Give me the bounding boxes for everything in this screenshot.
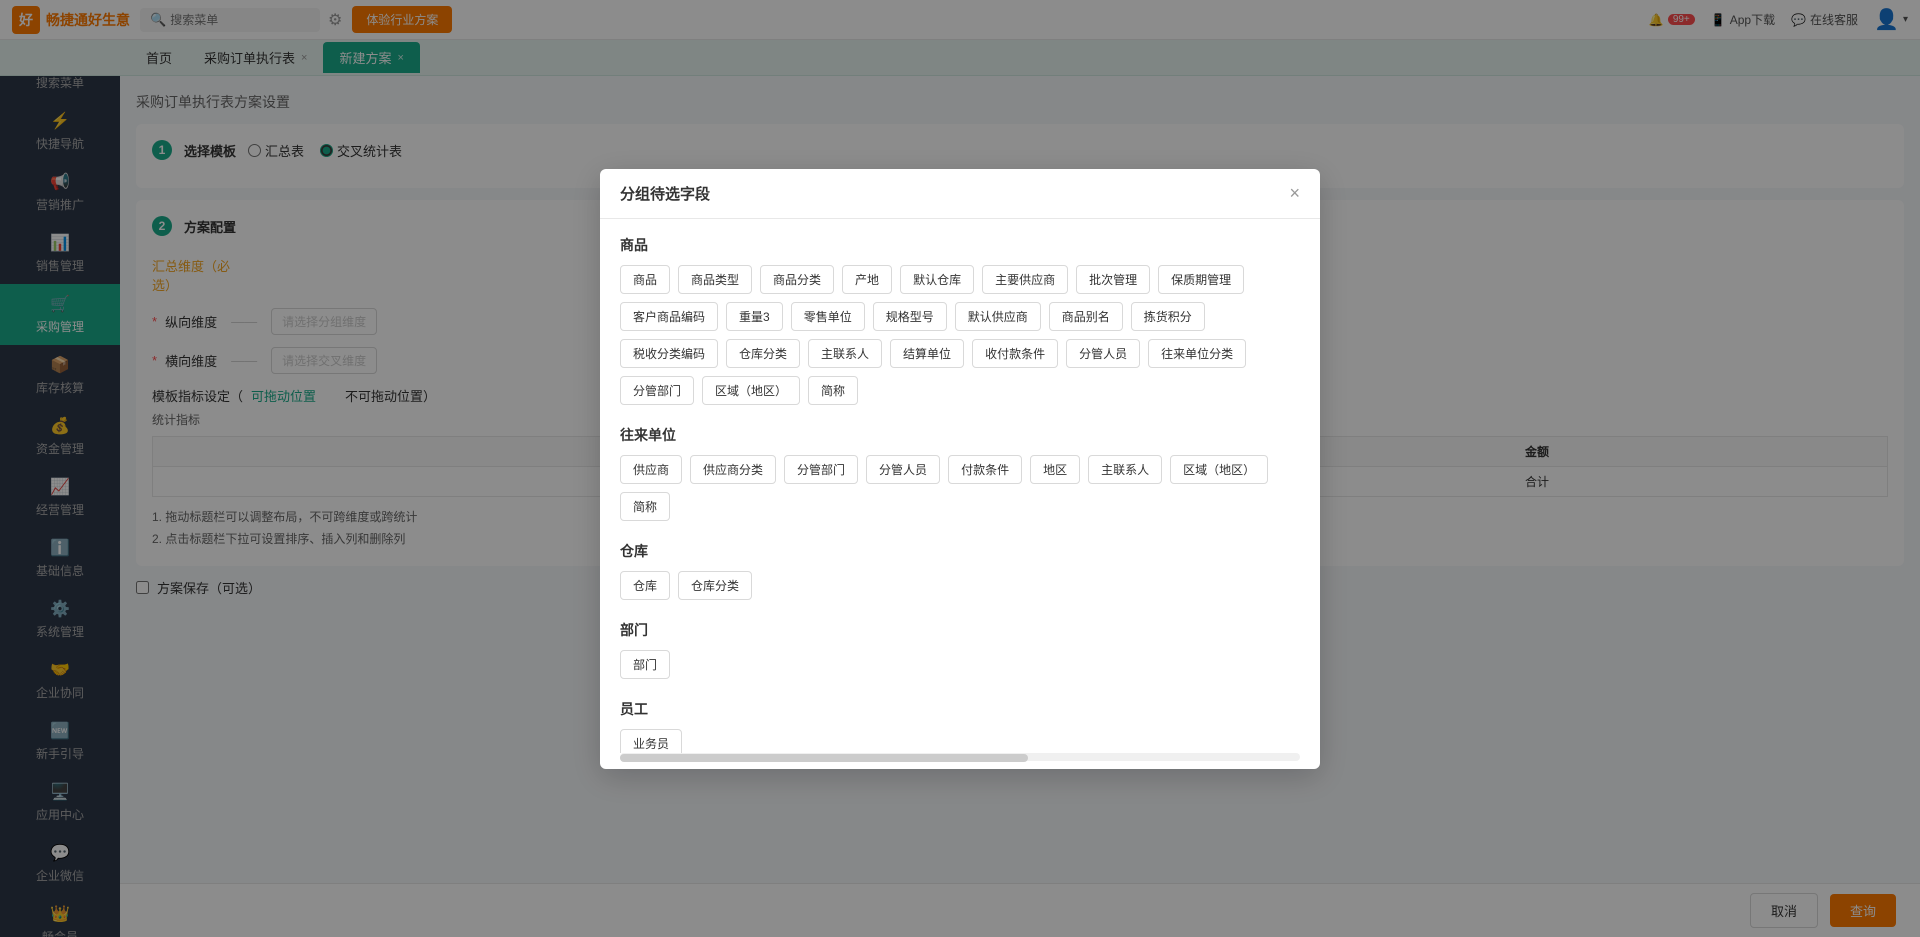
chip-goods-14[interactable]: 拣货积分 — [1131, 302, 1205, 331]
chip-goods-8[interactable]: 客户商品编码 — [620, 302, 718, 331]
section-staff-title: 员工 — [620, 699, 1300, 719]
chip-goods-17[interactable]: 主联系人 — [808, 339, 882, 368]
section-goods-title: 商品 — [620, 235, 1300, 255]
section-dept: 部门 部门 — [620, 620, 1300, 679]
section-warehouse-title: 仓库 — [620, 541, 1300, 561]
modal-close-button[interactable]: × — [1289, 183, 1300, 204]
chip-goods-0[interactable]: 商品 — [620, 265, 670, 294]
chip-goods-23[interactable]: 区域（地区） — [702, 376, 800, 405]
chip-partner-4[interactable]: 付款条件 — [948, 455, 1022, 484]
chip-warehouse-0[interactable]: 仓库 — [620, 571, 670, 600]
section-dept-title: 部门 — [620, 620, 1300, 640]
chip-partner-3[interactable]: 分管人员 — [866, 455, 940, 484]
chip-goods-9[interactable]: 重量3 — [726, 302, 783, 331]
chip-goods-11[interactable]: 规格型号 — [873, 302, 947, 331]
chip-goods-6[interactable]: 批次管理 — [1076, 265, 1150, 294]
modal-hscroll-thumb — [620, 754, 1028, 762]
chip-goods-21[interactable]: 往来单位分类 — [1148, 339, 1246, 368]
chip-goods-20[interactable]: 分管人员 — [1066, 339, 1140, 368]
chip-partner-8[interactable]: 简称 — [620, 492, 670, 521]
chip-goods-15[interactable]: 税收分类编码 — [620, 339, 718, 368]
chip-goods-13[interactable]: 商品别名 — [1049, 302, 1123, 331]
section-warehouse: 仓库 仓库 仓库分类 — [620, 541, 1300, 600]
chip-goods-22[interactable]: 分管部门 — [620, 376, 694, 405]
chip-goods-18[interactable]: 结算单位 — [890, 339, 964, 368]
chip-goods-4[interactable]: 默认仓库 — [900, 265, 974, 294]
chip-goods-5[interactable]: 主要供应商 — [982, 265, 1068, 294]
chip-goods-1[interactable]: 商品类型 — [678, 265, 752, 294]
chip-goods-24[interactable]: 简称 — [808, 376, 858, 405]
chip-warehouse-1[interactable]: 仓库分类 — [678, 571, 752, 600]
chip-partner-5[interactable]: 地区 — [1030, 455, 1080, 484]
modal-header: 分组待选字段 × — [600, 169, 1320, 219]
chip-goods-7[interactable]: 保质期管理 — [1158, 265, 1244, 294]
chip-partner-0[interactable]: 供应商 — [620, 455, 682, 484]
section-goods-chips: 商品 商品类型 商品分类 产地 默认仓库 主要供应商 批次管理 保质期管理 客户… — [620, 265, 1300, 405]
section-partner-title: 往来单位 — [620, 425, 1300, 445]
chip-staff-0[interactable]: 业务员 — [620, 729, 682, 754]
modal-title: 分组待选字段 — [620, 183, 710, 204]
modal: 分组待选字段 × 商品 商品 商品类型 商品分类 产地 默认仓库 主要供应商 批… — [600, 169, 1320, 769]
section-dept-chips: 部门 — [620, 650, 1300, 679]
section-staff-chips: 业务员 — [620, 729, 1300, 754]
chip-goods-12[interactable]: 默认供应商 — [955, 302, 1041, 331]
section-goods: 商品 商品 商品类型 商品分类 产地 默认仓库 主要供应商 批次管理 保质期管理… — [620, 235, 1300, 405]
section-partner-chips: 供应商 供应商分类 分管部门 分管人员 付款条件 地区 主联系人 区域（地区） … — [620, 455, 1300, 521]
chip-partner-7[interactable]: 区域（地区） — [1170, 455, 1268, 484]
modal-body: 商品 商品 商品类型 商品分类 产地 默认仓库 主要供应商 批次管理 保质期管理… — [600, 219, 1320, 754]
section-warehouse-chips: 仓库 仓库分类 — [620, 571, 1300, 600]
chip-goods-19[interactable]: 收付款条件 — [972, 339, 1058, 368]
chip-goods-16[interactable]: 仓库分类 — [726, 339, 800, 368]
chip-partner-1[interactable]: 供应商分类 — [690, 455, 776, 484]
section-partner: 往来单位 供应商 供应商分类 分管部门 分管人员 付款条件 地区 主联系人 区域… — [620, 425, 1300, 521]
chip-partner-6[interactable]: 主联系人 — [1088, 455, 1162, 484]
chip-goods-3[interactable]: 产地 — [842, 265, 892, 294]
modal-horizontal-scrollbar[interactable] — [620, 753, 1300, 760]
chip-goods-10[interactable]: 零售单位 — [791, 302, 865, 331]
chip-dept-0[interactable]: 部门 — [620, 650, 670, 679]
section-staff: 员工 业务员 — [620, 699, 1300, 754]
chip-goods-2[interactable]: 商品分类 — [760, 265, 834, 294]
modal-overlay[interactable]: 分组待选字段 × 商品 商品 商品类型 商品分类 产地 默认仓库 主要供应商 批… — [0, 0, 1920, 937]
chip-partner-2[interactable]: 分管部门 — [784, 455, 858, 484]
